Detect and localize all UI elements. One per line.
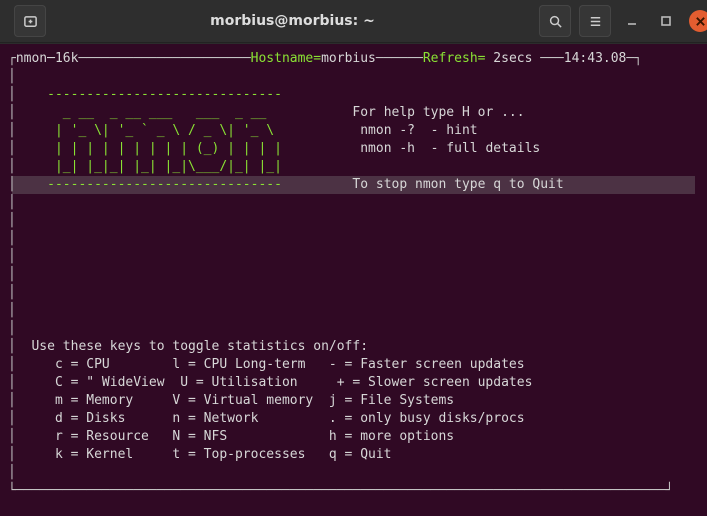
status-host-label: Hostname= — [251, 51, 321, 66]
status-host-value: morbius — [321, 51, 376, 66]
help-line-3: nmon -h - full details — [352, 141, 540, 156]
logo-line: | '_ \| '_ ` _ \ / _ \| '_ \ — [31, 123, 281, 138]
logo-line: ------------------------------ — [31, 177, 281, 192]
terminal-text: ┌nmon─16k──────────────────────Hostname=… — [0, 44, 707, 506]
help-line-4: To stop nmon type q to Quit — [352, 177, 563, 192]
hamburger-icon — [588, 14, 603, 29]
status-refresh-value: 2secs — [485, 51, 540, 66]
toggle-row: r = Resource N = NFS h = more options — [31, 429, 454, 444]
minimize-button[interactable] — [618, 7, 646, 35]
minimize-icon — [626, 15, 638, 27]
help-line-2: nmon -? - hint — [352, 123, 477, 138]
toggle-header: Use these keys to toggle statistics on/o… — [31, 339, 368, 354]
toggle-row: c = CPU l = CPU Long-term - = Faster scr… — [31, 357, 524, 372]
toggle-row: k = Kernel t = Top-processes q = Quit — [31, 447, 391, 462]
search-button[interactable] — [539, 5, 571, 37]
close-button[interactable] — [689, 10, 707, 32]
status-time: 14:43.08 — [564, 51, 627, 66]
status-refresh-label: Refresh= — [423, 51, 486, 66]
new-tab-button[interactable] — [14, 5, 46, 37]
maximize-icon — [660, 15, 672, 27]
toggle-row: m = Memory V = Virtual memory j = File S… — [31, 393, 454, 408]
titlebar: morbius@morbius: ~ — [0, 0, 707, 43]
window-title: morbius@morbius: ~ — [50, 13, 535, 29]
search-icon — [548, 14, 563, 29]
toggle-row: C = " WideView U = Utilisation + = Slowe… — [31, 375, 532, 390]
status-left: nmon─16k — [16, 51, 79, 66]
close-icon — [695, 16, 706, 27]
logo-line: | | | | | | | | | (_) | | | | — [31, 141, 281, 156]
logo-line: |_| |_|_| |_| |_|\___/|_| |_| — [31, 159, 281, 174]
logo-line: _ __ _ __ ___ ___ _ __ — [31, 105, 281, 120]
terminal-area[interactable]: ┌nmon─16k──────────────────────Hostname=… — [0, 44, 707, 516]
maximize-button[interactable] — [652, 7, 680, 35]
menu-button[interactable] — [579, 5, 611, 37]
logo-line: ------------------------------ — [31, 87, 281, 102]
toggle-row: d = Disks n = Network . = only busy disk… — [31, 411, 524, 426]
new-tab-icon — [23, 14, 38, 29]
help-line-1: For help type H or ... — [352, 105, 524, 120]
